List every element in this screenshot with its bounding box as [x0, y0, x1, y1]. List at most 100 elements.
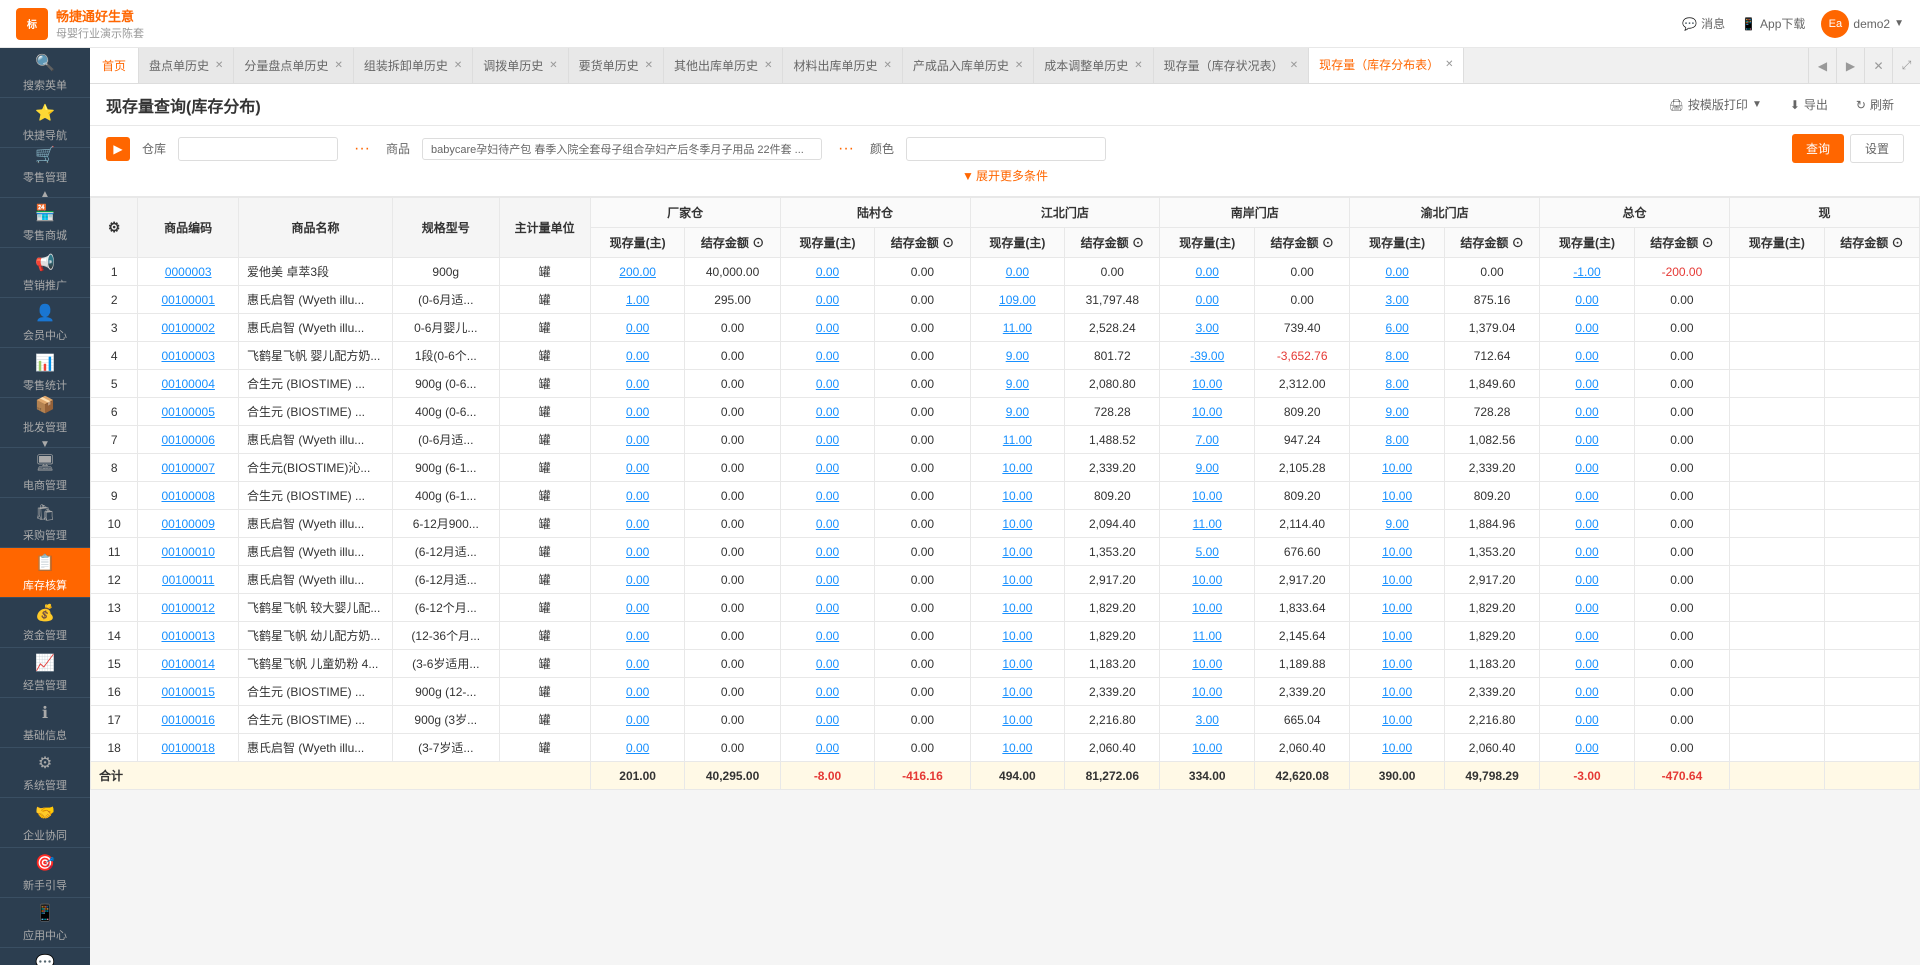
cell-code[interactable]: 00100015 — [138, 678, 239, 706]
sidebar-item-ecom[interactable]: 🖥 电商管理 — [0, 448, 90, 498]
tab-close-6[interactable]: ✕ — [764, 60, 772, 71]
cell-qc6[interactable]: 0.00 — [1540, 454, 1635, 482]
cell-qc2[interactable]: 0.00 — [780, 370, 875, 398]
cell-qc2[interactable]: 0.00 — [780, 734, 875, 762]
cell-qc1[interactable]: 0.00 — [590, 566, 685, 594]
cell-qc5[interactable]: 10.00 — [1350, 734, 1445, 762]
cell-qc2[interactable]: 0.00 — [780, 678, 875, 706]
cell-qc3[interactable]: 9.00 — [970, 342, 1065, 370]
cell-qc4[interactable]: 10.00 — [1160, 566, 1255, 594]
cell-qc3[interactable]: 10.00 — [970, 734, 1065, 762]
sidebar-item-quick[interactable]: ⭐ 快捷导航 — [0, 98, 90, 148]
cell-qc6[interactable]: 0.00 — [1540, 342, 1635, 370]
cell-qc2[interactable]: 0.00 — [780, 538, 875, 566]
tab-next-btn[interactable]: ▶ — [1836, 48, 1864, 84]
cell-code[interactable]: 00100012 — [138, 594, 239, 622]
cell-qc2[interactable]: 0.00 — [780, 706, 875, 734]
tab-close-2[interactable]: ✕ — [334, 60, 342, 71]
cell-qc1[interactable]: 0.00 — [590, 734, 685, 762]
cell-qc2[interactable]: 0.00 — [780, 482, 875, 510]
tab-prev-btn[interactable]: ◀ — [1808, 48, 1836, 84]
cell-qc1[interactable]: 0.00 — [590, 538, 685, 566]
cell-qc5[interactable]: 9.00 — [1350, 398, 1445, 426]
cell-qc1[interactable]: 0.00 — [590, 398, 685, 426]
cell-qc5[interactable]: 0.00 — [1350, 258, 1445, 286]
cell-code[interactable]: 00100004 — [138, 370, 239, 398]
warehouse-input[interactable] — [178, 137, 338, 161]
cell-code[interactable]: 00100001 — [138, 286, 239, 314]
tab-close-4[interactable]: ✕ — [549, 60, 557, 71]
cell-qc6[interactable]: 0.00 — [1540, 650, 1635, 678]
refresh-btn[interactable]: ↻ 刷新 — [1846, 92, 1904, 117]
cell-qc5[interactable]: 10.00 — [1350, 650, 1445, 678]
cell-qc1[interactable]: 200.00 — [590, 258, 685, 286]
tab-10[interactable]: 现存量（库存状况表） ✕ — [1154, 48, 1309, 84]
cell-qc5[interactable]: 8.00 — [1350, 342, 1445, 370]
tab-5[interactable]: 要货单历史 ✕ — [569, 48, 664, 84]
tab-close-7[interactable]: ✕ — [883, 60, 891, 71]
cell-qc1[interactable]: 0.00 — [590, 342, 685, 370]
sidebar-item-marketing[interactable]: 📢 营销推广 — [0, 248, 90, 298]
cell-qc5[interactable]: 9.00 — [1350, 510, 1445, 538]
warehouse-dots-btn[interactable]: ··· — [350, 140, 374, 158]
cell-qc3[interactable]: 10.00 — [970, 678, 1065, 706]
sidebar-item-stats[interactable]: 📊 零售统计 — [0, 348, 90, 398]
tab-3[interactable]: 组装拆卸单历史 ✕ — [354, 48, 473, 84]
cell-qc2[interactable]: 0.00 — [780, 426, 875, 454]
sidebar-item-system[interactable]: ⚙ 系统管理 — [0, 748, 90, 798]
goods-input[interactable] — [422, 138, 822, 160]
cell-qc3[interactable]: 10.00 — [970, 538, 1065, 566]
sidebar-item-guide[interactable]: 🎯 新手引导 — [0, 848, 90, 898]
tab-expand-btn[interactable]: ⤢ — [1892, 48, 1920, 84]
cell-qc2[interactable]: 0.00 — [780, 258, 875, 286]
cell-qc3[interactable]: 0.00 — [970, 258, 1065, 286]
cell-qc4[interactable]: 10.00 — [1160, 398, 1255, 426]
cell-qc4[interactable]: 10.00 — [1160, 678, 1255, 706]
table-container[interactable]: ⚙ 商品编码 商品名称 规格型号 主计量单位 厂家仓 陆村仓 江北门店 南岸门店… — [90, 197, 1920, 938]
cell-qc6[interactable]: 0.00 — [1540, 566, 1635, 594]
cell-qc6[interactable]: 0.00 — [1540, 398, 1635, 426]
tab-close-all-btn[interactable]: ✕ — [1864, 48, 1892, 84]
cell-code[interactable]: 00100007 — [138, 454, 239, 482]
cell-qc6[interactable]: 0.00 — [1540, 482, 1635, 510]
export-btn[interactable]: ⬇ 导出 — [1780, 92, 1838, 117]
tab-close-9[interactable]: ✕ — [1134, 60, 1142, 71]
sidebar-item-purchase[interactable]: 🛍 采购管理 — [0, 498, 90, 548]
cell-code[interactable]: 00100005 — [138, 398, 239, 426]
cell-qc3[interactable]: 10.00 — [970, 566, 1065, 594]
app-download-btn[interactable]: 📱 App下载 — [1741, 15, 1805, 32]
cell-qc2[interactable]: 0.00 — [780, 650, 875, 678]
cell-qc2[interactable]: 0.00 — [780, 622, 875, 650]
tab-7[interactable]: 材料出库单历史 ✕ — [783, 48, 902, 84]
cell-qc3[interactable]: 11.00 — [970, 314, 1065, 342]
cell-code[interactable]: 00100013 — [138, 622, 239, 650]
cell-qc4[interactable]: 10.00 — [1160, 594, 1255, 622]
cell-qc1[interactable]: 0.00 — [590, 678, 685, 706]
cell-qc3[interactable]: 10.00 — [970, 454, 1065, 482]
cell-qc3[interactable]: 10.00 — [970, 622, 1065, 650]
user-area[interactable]: Ea demo2 ▼ — [1821, 10, 1904, 38]
cell-qc2[interactable]: 0.00 — [780, 342, 875, 370]
cell-qc4[interactable]: 0.00 — [1160, 258, 1255, 286]
sidebar-item-wechat[interactable]: 💬 企业微信 — [0, 948, 90, 965]
cell-qc4[interactable]: 3.00 — [1160, 314, 1255, 342]
cell-code[interactable]: 00100010 — [138, 538, 239, 566]
cell-qc4[interactable]: 10.00 — [1160, 734, 1255, 762]
cell-qc1[interactable]: 1.00 — [590, 286, 685, 314]
expand-conditions-btn[interactable]: ▼ 展开更多条件 — [962, 167, 1048, 184]
cell-qc6[interactable]: 0.00 — [1540, 706, 1635, 734]
cell-qc2[interactable]: 0.00 — [780, 314, 875, 342]
cell-code[interactable]: 0000003 — [138, 258, 239, 286]
cell-qc4[interactable]: 10.00 — [1160, 650, 1255, 678]
cell-qc2[interactable]: 0.00 — [780, 510, 875, 538]
sidebar-item-wholesale[interactable]: 📦 批发管理 ▼ — [0, 398, 90, 448]
cell-qc4[interactable]: 7.00 — [1160, 426, 1255, 454]
cell-qc4[interactable]: 10.00 — [1160, 482, 1255, 510]
cell-code[interactable]: 00100006 — [138, 426, 239, 454]
cell-qc6[interactable]: 0.00 — [1540, 622, 1635, 650]
tab-close-3[interactable]: ✕ — [454, 60, 462, 71]
tab-4[interactable]: 调拨单历史 ✕ — [473, 48, 568, 84]
tab-close-1[interactable]: ✕ — [215, 60, 223, 71]
tab-close-11[interactable]: ✕ — [1445, 59, 1453, 70]
tab-home[interactable]: 首页 — [90, 48, 139, 84]
